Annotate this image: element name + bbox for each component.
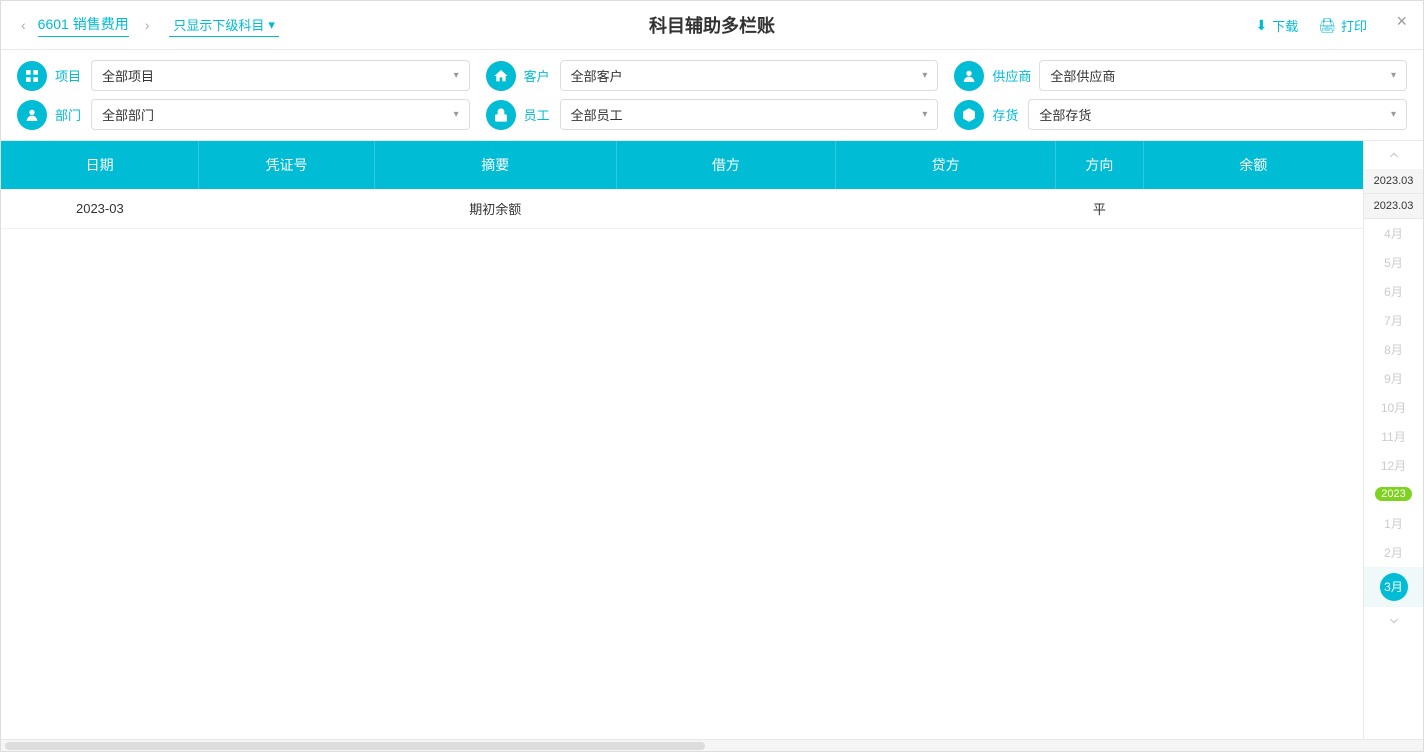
show-sub-label: 只显示下级科目 bbox=[173, 15, 264, 34]
timeline-item-4[interactable]: 4月 bbox=[1364, 219, 1423, 248]
year-badge: 2023 bbox=[1375, 487, 1411, 501]
filter-row-1: 项目 全部项目 ▾ 客户 全部客户 ▾ bbox=[17, 60, 1407, 91]
download-icon: ⬇ bbox=[1255, 17, 1267, 34]
inventory-value: 全部存货 bbox=[1039, 105, 1091, 124]
close-btn[interactable]: × bbox=[1396, 11, 1407, 32]
supplier-icon bbox=[954, 61, 984, 91]
department-select[interactable]: 全部部门 ▾ bbox=[91, 99, 470, 130]
timeline-item-10[interactable]: 10月 bbox=[1364, 393, 1423, 422]
project-select[interactable]: 全部项目 ▾ bbox=[91, 60, 470, 91]
nav-prev-btn[interactable]: ‹ bbox=[17, 15, 30, 35]
department-dropdown-icon: ▾ bbox=[454, 109, 459, 120]
filter-item-employee: 员工 全部员工 ▾ bbox=[486, 99, 939, 130]
timeline-item-11[interactable]: 11月 bbox=[1364, 422, 1423, 451]
cell-summary: 期初余额 bbox=[374, 189, 616, 229]
timeline-year-2023[interactable]: 2023 bbox=[1364, 480, 1423, 509]
timeline-item-2[interactable]: 2月 bbox=[1364, 538, 1423, 567]
filter-item-customer: 客户 全部客户 ▾ bbox=[486, 60, 939, 91]
department-value: 全部部门 bbox=[102, 105, 154, 124]
customer-dropdown-icon: ▾ bbox=[922, 70, 927, 81]
project-label: 项目 bbox=[55, 66, 83, 85]
cell-credit bbox=[836, 189, 1056, 229]
supplier-dropdown-icon: ▾ bbox=[1391, 70, 1396, 81]
col-header-date: 日期 bbox=[1, 141, 199, 189]
project-value: 全部项目 bbox=[102, 66, 154, 85]
department-icon bbox=[17, 100, 47, 130]
page-title: 科目辅助多栏账 bbox=[649, 12, 775, 38]
nav-next-btn[interactable]: › bbox=[141, 15, 154, 35]
col-header-voucher: 凭证号 bbox=[199, 141, 375, 189]
show-sub-btn[interactable]: 只显示下级科目 ▾ bbox=[169, 13, 279, 37]
table-row[interactable]: 2023-03 期初余额 平 bbox=[1, 189, 1363, 229]
timeline-item-2023-03-header1[interactable]: 2023.03 bbox=[1364, 169, 1423, 194]
department-label: 部门 bbox=[55, 105, 83, 124]
cell-voucher bbox=[199, 189, 375, 229]
employee-icon bbox=[486, 100, 516, 130]
inventory-select[interactable]: 全部存货 ▾ bbox=[1028, 99, 1407, 130]
timeline-scroll-down[interactable] bbox=[1364, 607, 1423, 635]
timeline-item-3-active[interactable]: 3月 bbox=[1364, 567, 1423, 607]
timeline-item-1[interactable]: 1月 bbox=[1364, 509, 1423, 538]
timeline-item-9[interactable]: 9月 bbox=[1364, 364, 1423, 393]
inventory-icon bbox=[954, 100, 984, 130]
horizontal-scrollbar[interactable] bbox=[1, 739, 1423, 751]
customer-value: 全部客户 bbox=[571, 66, 623, 85]
cell-date: 2023-03 bbox=[1, 189, 199, 229]
inventory-label: 存货 bbox=[992, 105, 1020, 124]
print-label: 打印 bbox=[1341, 16, 1367, 35]
chevron-down-icon: ▾ bbox=[268, 17, 275, 33]
employee-select[interactable]: 全部员工 ▾ bbox=[560, 99, 939, 130]
filter-area: 项目 全部项目 ▾ 客户 全部客户 ▾ bbox=[1, 50, 1423, 141]
side-timeline: 2023.03 2023.03 4月 5月 6月 7月 8月 9月 10月 11… bbox=[1363, 141, 1423, 739]
employee-label: 员工 bbox=[524, 105, 552, 124]
col-header-balance: 余额 bbox=[1143, 141, 1363, 189]
customer-select[interactable]: 全部客户 ▾ bbox=[560, 60, 939, 91]
table-body: 2023-03 期初余额 平 bbox=[1, 189, 1363, 229]
supplier-label: 供应商 bbox=[992, 66, 1031, 85]
timeline-item-5[interactable]: 5月 bbox=[1364, 248, 1423, 277]
col-header-direction: 方向 bbox=[1055, 141, 1143, 189]
customer-label: 客户 bbox=[524, 66, 552, 85]
account-code-label: 6601 销售费用 bbox=[38, 14, 129, 37]
col-header-debit: 借方 bbox=[616, 141, 836, 189]
title-bar: ‹ 6601 销售费用 › 只显示下级科目 ▾ 科目辅助多栏账 ⬇ 下载 🖨 打… bbox=[1, 1, 1423, 50]
col-header-credit: 贷方 bbox=[836, 141, 1056, 189]
timeline-item-7[interactable]: 7月 bbox=[1364, 306, 1423, 335]
download-btn[interactable]: ⬇ 下载 bbox=[1255, 16, 1298, 35]
employee-value: 全部员工 bbox=[571, 105, 623, 124]
cell-balance bbox=[1143, 189, 1363, 229]
table-header-row: 日期 凭证号 摘要 借方 贷方 方向 余额 bbox=[1, 141, 1363, 189]
download-label: 下载 bbox=[1272, 16, 1298, 35]
project-icon bbox=[17, 61, 47, 91]
timeline-scroll-up[interactable] bbox=[1364, 141, 1423, 169]
toolbar-right: ⬇ 下载 🖨 打印 bbox=[1255, 16, 1407, 35]
print-btn[interactable]: 🖨 打印 bbox=[1318, 16, 1367, 35]
cell-direction: 平 bbox=[1055, 189, 1143, 229]
cell-debit bbox=[616, 189, 836, 229]
timeline-item-12[interactable]: 12月 bbox=[1364, 451, 1423, 480]
timeline-item-6[interactable]: 6月 bbox=[1364, 277, 1423, 306]
supplier-value: 全部供应商 bbox=[1050, 66, 1115, 85]
supplier-select[interactable]: 全部供应商 ▾ bbox=[1039, 60, 1407, 91]
filter-row-2: 部门 全部部门 ▾ 员工 全部员工 ▾ bbox=[17, 99, 1407, 130]
timeline-item-2023-03-header2[interactable]: 2023.03 bbox=[1364, 194, 1423, 219]
inventory-dropdown-icon: ▾ bbox=[1391, 109, 1396, 120]
timeline-item-8[interactable]: 8月 bbox=[1364, 335, 1423, 364]
filter-item-inventory: 存货 全部存货 ▾ bbox=[954, 99, 1407, 130]
col-header-summary: 摘要 bbox=[374, 141, 616, 189]
active-month-label: 3月 bbox=[1380, 573, 1408, 601]
content-wrapper: 日期 凭证号 摘要 借方 贷方 方向 余额 2023-03 期初余额 bbox=[1, 141, 1423, 739]
filter-item-supplier: 供应商 全部供应商 ▾ bbox=[954, 60, 1407, 91]
project-dropdown-icon: ▾ bbox=[454, 70, 459, 81]
main-window: ‹ 6601 销售费用 › 只显示下级科目 ▾ 科目辅助多栏账 ⬇ 下载 🖨 打… bbox=[0, 0, 1424, 752]
customer-icon bbox=[486, 61, 516, 91]
scroll-thumb[interactable] bbox=[5, 742, 705, 750]
employee-dropdown-icon: ▾ bbox=[922, 109, 927, 120]
filter-item-project: 项目 全部项目 ▾ bbox=[17, 60, 470, 91]
table-area[interactable]: 日期 凭证号 摘要 借方 贷方 方向 余额 2023-03 期初余额 bbox=[1, 141, 1363, 739]
filter-item-department: 部门 全部部门 ▾ bbox=[17, 99, 470, 130]
main-table: 日期 凭证号 摘要 借方 贷方 方向 余额 2023-03 期初余额 bbox=[1, 141, 1363, 229]
print-icon: 🖨 bbox=[1318, 17, 1336, 34]
